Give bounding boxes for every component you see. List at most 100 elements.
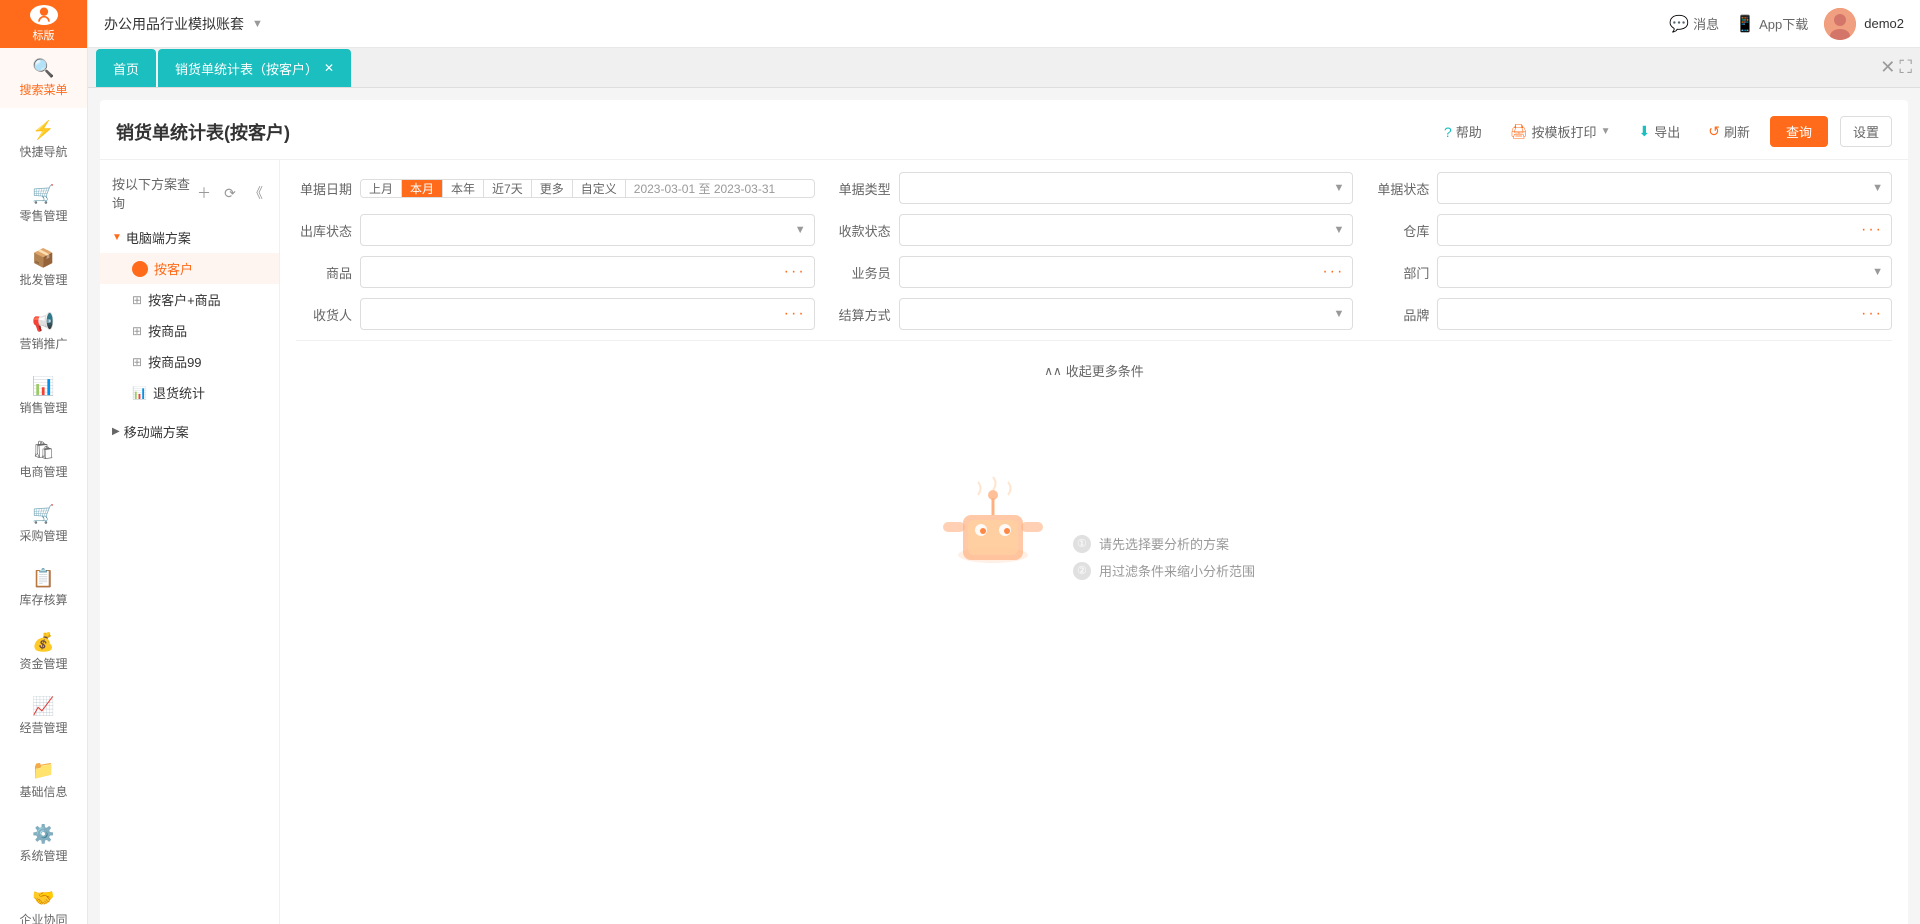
tree-desktop-section: ▼ 电脑端方案 按客户 ⊞ 按客户+商品 ⊞ bbox=[100, 218, 279, 412]
tab-home-label: 首页 bbox=[113, 59, 139, 78]
window-maximize-icon[interactable]: ⛶ bbox=[1899, 57, 1912, 78]
export-button[interactable]: ⬇ 导出 bbox=[1630, 118, 1688, 145]
collection-status-control[interactable]: ▼ bbox=[899, 214, 1354, 246]
department-dropdown-icon: ▼ bbox=[1872, 266, 1883, 278]
add-scheme-button[interactable]: ＋ bbox=[193, 182, 215, 204]
sidebar-item-search[interactable]: 🔍 搜索菜单 bbox=[0, 48, 87, 108]
product-control[interactable]: ··· bbox=[360, 256, 815, 288]
app-download-label: App下载 bbox=[1759, 14, 1808, 33]
consignee-label: 收货人 bbox=[296, 305, 352, 324]
search-icon: 🔍 bbox=[4, 58, 83, 79]
sales-person-control[interactable]: ··· bbox=[899, 256, 1354, 288]
sidebar-item-basic[interactable]: 📁 基础信息 bbox=[0, 748, 87, 812]
tree-collapse-icon: ▼ bbox=[112, 232, 122, 243]
settings-button[interactable]: 设置 bbox=[1840, 116, 1892, 147]
sidebar-item-sales[interactable]: 📊 销售管理 bbox=[0, 364, 87, 428]
right-panel: 单据日期 上月 本月 本年 近7天 更多 自定义 2023-03-01 至 20… bbox=[280, 160, 1908, 924]
tree-mobile-label: 移动端方案 bbox=[124, 422, 189, 441]
logo-area: 标版 bbox=[0, 0, 87, 48]
refresh-label: 刷新 bbox=[1724, 122, 1750, 141]
header-left: 办公用品行业模拟账套 ▼ bbox=[104, 14, 263, 34]
refresh-button[interactable]: ↺ 刷新 bbox=[1700, 118, 1758, 145]
sales-person-more-icon: ··· bbox=[1322, 263, 1344, 281]
tab-sales-stat-close[interactable]: ✕ bbox=[324, 61, 334, 75]
date-btn-this-year[interactable]: 本年 bbox=[443, 180, 484, 197]
user-info[interactable]: demo2 bbox=[1824, 8, 1904, 40]
by-product-icon: ⊞ bbox=[132, 324, 142, 338]
collapse-button[interactable]: ∧∧ 收起更多条件 bbox=[1044, 353, 1144, 388]
app-name-dropdown-icon[interactable]: ▼ bbox=[252, 18, 263, 30]
sidebar-item-purchase-label: 采购管理 bbox=[4, 527, 83, 544]
filter-doc-type: 单据类型 ▼ bbox=[835, 172, 1354, 204]
sidebar-item-enterprise[interactable]: 🤝 企业协同 bbox=[0, 876, 87, 924]
tree-item-return-stat[interactable]: 📊 退货统计 bbox=[100, 377, 279, 408]
brand-label: 品牌 bbox=[1373, 305, 1429, 324]
sidebar-item-basic-label: 基础信息 bbox=[4, 783, 83, 800]
date-btn-more[interactable]: 更多 bbox=[532, 180, 573, 197]
collapse-panel-button[interactable]: 《 bbox=[245, 182, 267, 204]
filter-department: 部门 ▼ bbox=[1373, 256, 1892, 288]
filter-warehouse: 仓库 ··· bbox=[1373, 214, 1892, 246]
settlement-dropdown-icon: ▼ bbox=[1333, 308, 1344, 320]
tree-item-by-customer[interactable]: 按客户 bbox=[100, 253, 279, 284]
out-status-label: 出库状态 bbox=[296, 221, 352, 240]
doc-status-control[interactable]: ▼ bbox=[1437, 172, 1892, 204]
tab-home[interactable]: 首页 bbox=[96, 49, 156, 87]
sidebar-item-quick-nav[interactable]: ⚡ 快捷导航 bbox=[0, 108, 87, 172]
sidebar-item-marketing[interactable]: 📢 营销推广 bbox=[0, 300, 87, 364]
header-right: 💬 消息 📱 App下载 demo2 bbox=[1669, 8, 1904, 40]
settlement-control[interactable]: ▼ bbox=[899, 298, 1354, 330]
brand-control[interactable]: ··· bbox=[1437, 298, 1892, 330]
tree-mobile-section: ▶ 移动端方案 bbox=[100, 412, 279, 451]
sidebar-item-retail[interactable]: 🛒 零售管理 bbox=[0, 172, 87, 236]
by-product-99-icon: ⊞ bbox=[132, 355, 142, 369]
sidebar-item-marketing-label: 营销推广 bbox=[4, 335, 83, 352]
tree-item-by-product-99[interactable]: ⊞ 按商品99 bbox=[100, 346, 279, 377]
tree-item-by-product[interactable]: ⊞ 按商品 bbox=[100, 315, 279, 346]
filter-sales-person: 业务员 ··· bbox=[835, 256, 1354, 288]
date-btn-this-month[interactable]: 本月 bbox=[402, 180, 443, 197]
message-label: 消息 bbox=[1693, 14, 1719, 33]
username-label: demo2 bbox=[1864, 16, 1904, 31]
hint-item-1: ① 请先选择要分析的方案 bbox=[1073, 534, 1229, 553]
sidebar-item-ecommerce-label: 电商管理 bbox=[4, 463, 83, 480]
page-content: 销货单统计表(按客户) ? 帮助 🖨 按模板打印 ▼ ⬇ 导出 bbox=[88, 88, 1920, 924]
template-print-button[interactable]: 🖨 按模板打印 ▼ bbox=[1502, 118, 1619, 145]
window-close-icon[interactable]: ✕ bbox=[1880, 57, 1895, 78]
sidebar-item-finance[interactable]: 💰 资金管理 bbox=[0, 620, 87, 684]
help-button[interactable]: ? 帮助 bbox=[1436, 118, 1490, 145]
department-label: 部门 bbox=[1373, 263, 1429, 282]
filter-row-1: 单据日期 上月 本月 本年 近7天 更多 自定义 2023-03-01 至 20… bbox=[296, 172, 1892, 204]
filter-brand: 品牌 ··· bbox=[1373, 298, 1892, 330]
refresh-scheme-button[interactable]: ⟳ bbox=[219, 182, 241, 204]
app-download-button[interactable]: 📱 App下载 bbox=[1735, 14, 1808, 34]
sidebar-item-system[interactable]: ⚙️ 系统管理 bbox=[0, 812, 87, 876]
sidebar: 标版 🔍 搜索菜单 ⚡ 快捷导航 🛒 零售管理 📦 批发管理 📢 营销推广 📊 … bbox=[0, 0, 88, 924]
sidebar-item-inventory-label: 库存核算 bbox=[4, 591, 83, 608]
consignee-control[interactable]: ··· bbox=[360, 298, 815, 330]
date-btn-last-7-days[interactable]: 近7天 bbox=[484, 180, 532, 197]
tree-item-by-customer-product[interactable]: ⊞ 按客户+商品 bbox=[100, 284, 279, 315]
sidebar-item-operation[interactable]: 📈 经营管理 bbox=[0, 684, 87, 748]
template-print-dropdown-icon[interactable]: ▼ bbox=[1601, 126, 1611, 137]
warehouse-control[interactable]: ··· bbox=[1437, 214, 1892, 246]
tree-parent-desktop[interactable]: ▼ 电脑端方案 bbox=[100, 222, 279, 253]
doc-type-control[interactable]: ▼ bbox=[899, 172, 1354, 204]
date-btn-custom[interactable]: 自定义 bbox=[573, 180, 626, 197]
sidebar-item-inventory[interactable]: 📋 库存核算 bbox=[0, 556, 87, 620]
department-control[interactable]: ▼ bbox=[1437, 256, 1892, 288]
logo-icon bbox=[30, 5, 58, 25]
empty-state: ① 请先选择要分析的方案 ② 用过滤条件来缩小分析范围 bbox=[296, 400, 1892, 640]
tab-sales-stat[interactable]: 销货单统计表（按客户） ✕ bbox=[158, 49, 351, 87]
sidebar-item-purchase[interactable]: 🛒 采购管理 bbox=[0, 492, 87, 556]
doc-status-label: 单据状态 bbox=[1373, 179, 1429, 198]
page-actions: ? 帮助 🖨 按模板打印 ▼ ⬇ 导出 ↺ 刷新 bbox=[1436, 116, 1892, 147]
sidebar-item-ecommerce[interactable]: 🛍 电商管理 bbox=[0, 428, 87, 492]
out-status-control[interactable]: ▼ bbox=[360, 214, 815, 246]
query-button[interactable]: 查询 bbox=[1770, 116, 1828, 147]
tree-parent-mobile[interactable]: ▶ 移动端方案 bbox=[100, 416, 279, 447]
message-button[interactable]: 💬 消息 bbox=[1669, 14, 1719, 34]
sidebar-item-wholesale[interactable]: 📦 批发管理 bbox=[0, 236, 87, 300]
date-btn-last-month[interactable]: 上月 bbox=[361, 180, 402, 197]
by-customer-label: 按客户 bbox=[154, 259, 193, 278]
